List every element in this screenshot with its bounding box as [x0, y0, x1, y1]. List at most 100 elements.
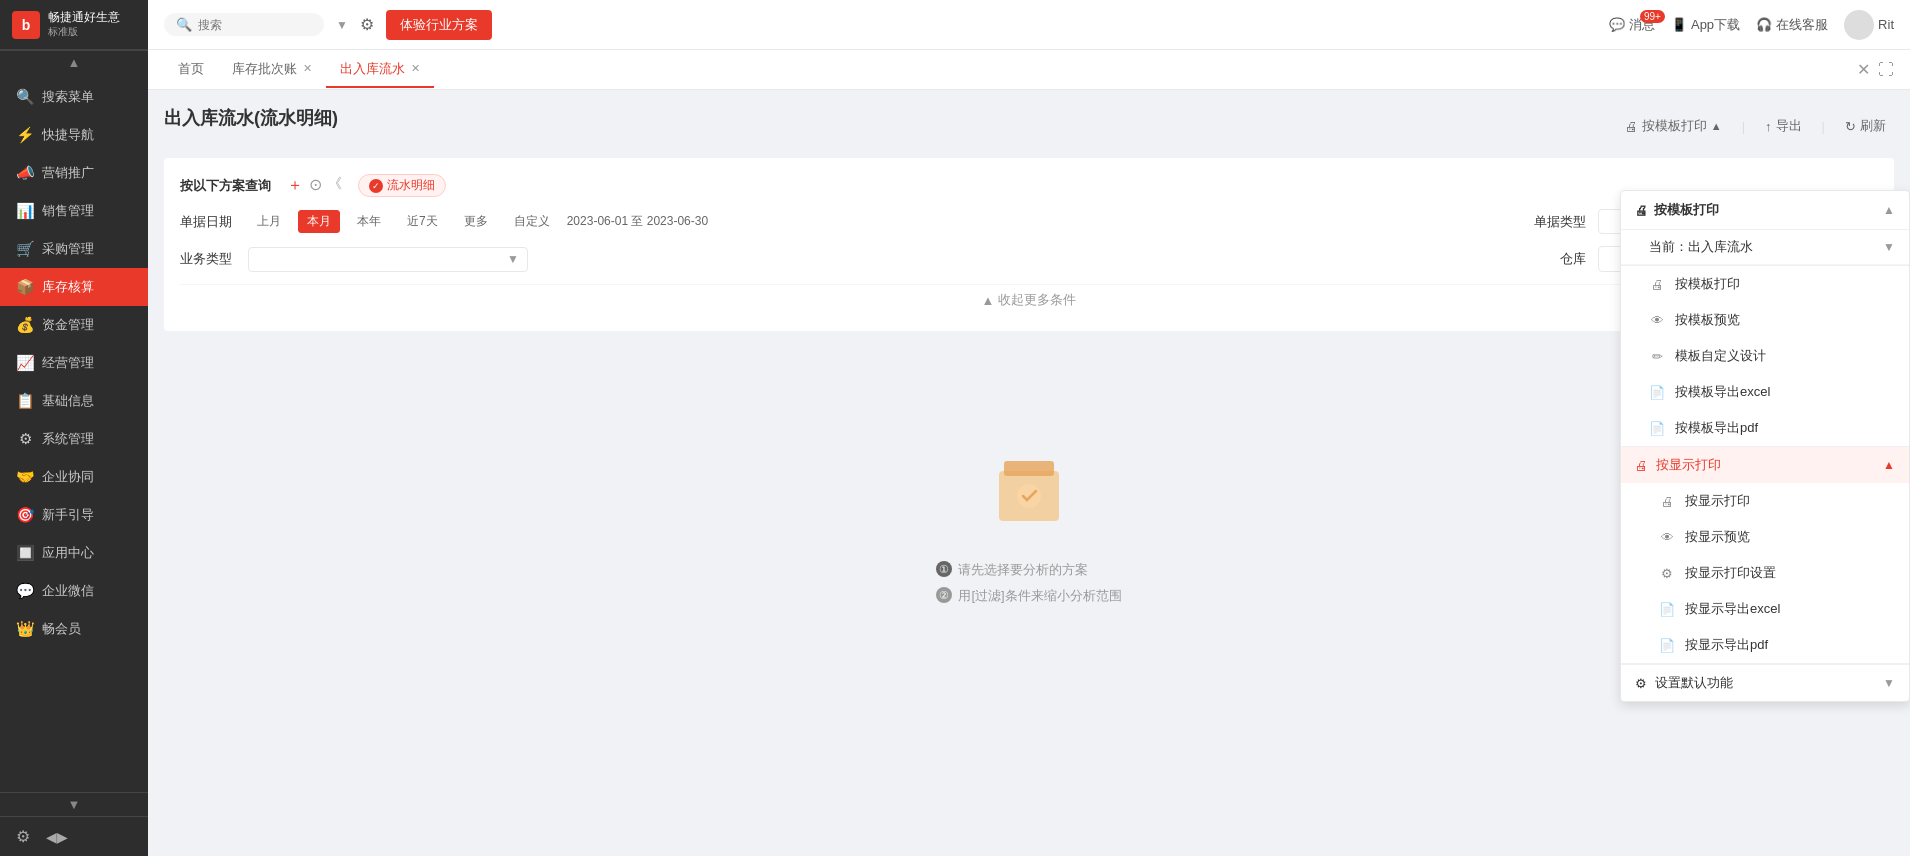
trial-button[interactable]: 体验行业方案	[386, 10, 492, 40]
dp-current[interactable]: 当前：出入库流水 ▼	[1621, 230, 1909, 265]
sidebar-item-label: 资金管理	[42, 316, 94, 334]
sidebar-item-label: 新手引导	[42, 506, 94, 524]
print-icon: 🖨	[1625, 119, 1638, 134]
dp-current-arrow-icon: ▼	[1883, 240, 1895, 254]
clipboard-icon: 📋	[16, 392, 34, 410]
dp-footer[interactable]: ⚙ 设置默认功能 ▼	[1621, 664, 1909, 701]
close-all-tabs-icon[interactable]: ✕	[1857, 60, 1870, 79]
messages-item[interactable]: 💬 消息 99+	[1609, 16, 1655, 34]
logo-name: 畅捷通好生意	[48, 10, 120, 26]
search-chevron-icon[interactable]: ▼	[336, 18, 348, 32]
empty-tip-1: ① 请先选择要分析的方案	[936, 561, 1121, 579]
business-type-input[interactable]	[257, 252, 507, 267]
refresh-icon: ↻	[1845, 119, 1856, 134]
filter-actions: ＋ ⊙ 《	[287, 175, 342, 196]
dp-section-display[interactable]: 🖨 按显示打印 ▲	[1621, 447, 1909, 483]
sidebar-item-finance[interactable]: 💰 资金管理	[0, 306, 148, 344]
warehouse-label: 仓库	[1560, 250, 1586, 268]
date-btn-7days[interactable]: 近7天	[398, 210, 447, 233]
export-button[interactable]: ↑ 导出	[1757, 113, 1810, 139]
excel-icon-2: 📄	[1659, 601, 1675, 617]
voucher-type-label: 单据类型	[1534, 213, 1586, 231]
online-service-item[interactable]: 🎧 在线客服	[1756, 16, 1828, 34]
sidebar-item-wechat[interactable]: 💬 企业微信	[0, 572, 148, 610]
user-profile[interactable]: Rit	[1844, 10, 1894, 40]
topbar: 🔍 ▼ ⚙ 体验行业方案 💬 消息 99+ 📱 App下载 🎧 在线客服	[148, 0, 1910, 50]
tabbar-right: ✕ ⛶	[1857, 60, 1894, 79]
sidebar-settings-icon[interactable]: ⚙	[16, 827, 30, 846]
date-btn-custom[interactable]: 自定义	[505, 210, 559, 233]
megaphone-icon: 📣	[16, 164, 34, 182]
sidebar-item-appcenter[interactable]: 🔲 应用中心	[0, 534, 148, 572]
dp-section-label: 按显示打印	[1656, 456, 1721, 474]
print-template-button[interactable]: 🖨 按模板打印 ▲	[1617, 113, 1730, 139]
filter-settings-icon[interactable]: ⊙	[309, 175, 322, 196]
dp-sub-display-pdf[interactable]: 📄 按显示导出pdf	[1621, 627, 1909, 663]
sidebar-item-purchase[interactable]: 🛒 采购管理	[0, 230, 148, 268]
dp-item-label-0: 按模板打印	[1675, 275, 1740, 293]
date-btn-more[interactable]: 更多	[455, 210, 497, 233]
crown-icon: 👑	[16, 620, 34, 638]
tab-inventory-batch[interactable]: 库存批次账 ✕	[218, 52, 326, 88]
dp-sub-display-excel[interactable]: 📄 按显示导出excel	[1621, 591, 1909, 627]
sidebar-collapse-icon[interactable]: ◀▶	[46, 829, 68, 845]
tip-num-2: ②	[936, 587, 952, 603]
date-range: 2023-06-01 至 2023-06-30	[567, 213, 708, 230]
svg-point-2	[1017, 484, 1041, 508]
dp-item-template-preview[interactable]: 👁 按模板预览	[1621, 302, 1909, 338]
sidebar-item-system[interactable]: ⚙ 系统管理	[0, 420, 148, 458]
date-btn-this-year[interactable]: 本年	[348, 210, 390, 233]
default-settings-icon: ⚙	[1635, 676, 1647, 691]
date-btn-this-month[interactable]: 本月	[298, 210, 340, 233]
app-download-item[interactable]: 📱 App下载	[1671, 16, 1740, 34]
chart-icon: 📊	[16, 202, 34, 220]
dp-sub-label-4: 按显示导出pdf	[1685, 636, 1768, 654]
topbar-settings-icon[interactable]: ⚙	[360, 15, 374, 34]
sidebar-item-sales[interactable]: 📊 销售管理	[0, 192, 148, 230]
date-btn-last-month[interactable]: 上月	[248, 210, 290, 233]
sidebar-scroll-up[interactable]: ▲	[0, 50, 148, 74]
tab-home[interactable]: 首页	[164, 52, 218, 88]
sidebar-item-basic[interactable]: 📋 基础信息	[0, 382, 148, 420]
export-label: 导出	[1776, 117, 1802, 135]
maximize-icon[interactable]: ⛶	[1878, 61, 1894, 79]
close-tab-inventory-flow-icon[interactable]: ✕	[411, 62, 420, 75]
cart-icon: 🛒	[16, 240, 34, 258]
refresh-button[interactable]: ↻ 刷新	[1837, 113, 1894, 139]
dp-sub-label-2: 按显示打印设置	[1685, 564, 1776, 582]
topbar-search[interactable]: 🔍	[164, 13, 324, 36]
sidebar-item-guide[interactable]: 🎯 新手引导	[0, 496, 148, 534]
filter-collapse-icon[interactable]: 《	[328, 175, 342, 196]
sidebar-item-member[interactable]: 👑 畅会员	[0, 610, 148, 648]
dp-item-template-pdf[interactable]: 📄 按模板导出pdf	[1621, 410, 1909, 446]
sidebar-item-shortcut[interactable]: ⚡ 快捷导航	[0, 116, 148, 154]
sidebar-scroll-down[interactable]: ▼	[0, 792, 148, 816]
business-type-field[interactable]: ▼	[248, 247, 528, 272]
filter-add-icon[interactable]: ＋	[287, 175, 303, 196]
dp-header-up-icon[interactable]: ▲	[1883, 203, 1895, 217]
dp-sub-display-print[interactable]: 🖨 按显示打印	[1621, 483, 1909, 519]
tip-2-text: 用[过滤]条件来缩小分析范围	[958, 587, 1121, 605]
settings-icon-2: ⚙	[1659, 565, 1675, 581]
dp-sub-display-settings[interactable]: ⚙ 按显示打印设置	[1621, 555, 1909, 591]
print-icon-1: 🖨	[1649, 276, 1665, 292]
sidebar-item-inventory[interactable]: 📦 库存核算	[0, 268, 148, 306]
dp-item-template-custom[interactable]: ✏ 模板自定义设计	[1621, 338, 1909, 374]
dp-sub-label-3: 按显示导出excel	[1685, 600, 1780, 618]
search-input[interactable]	[198, 18, 298, 32]
dp-item-template-excel[interactable]: 📄 按模板导出excel	[1621, 374, 1909, 410]
sidebar-item-enterprise[interactable]: 🤝 企业协同	[0, 458, 148, 496]
date-filter-label: 单据日期	[180, 213, 232, 231]
print-icon-2: 🖨	[1659, 493, 1675, 509]
dp-sub-label-1: 按显示预览	[1685, 528, 1750, 546]
dp-item-label-1: 按模板预览	[1675, 311, 1740, 329]
tab-inventory-flow[interactable]: 出入库流水 ✕	[326, 52, 434, 88]
sidebar-item-search[interactable]: 🔍 搜索菜单	[0, 78, 148, 116]
sidebar-item-operations[interactable]: 📈 经营管理	[0, 344, 148, 382]
dp-sub-display-preview[interactable]: 👁 按显示预览	[1621, 519, 1909, 555]
filter-title: 按以下方案查询	[180, 177, 271, 195]
close-tab-inventory-batch-icon[interactable]: ✕	[303, 62, 312, 75]
dp-item-template-print[interactable]: 🖨 按模板打印	[1621, 266, 1909, 302]
box-icon: 📦	[16, 278, 34, 296]
sidebar-item-marketing[interactable]: 📣 营销推广	[0, 154, 148, 192]
